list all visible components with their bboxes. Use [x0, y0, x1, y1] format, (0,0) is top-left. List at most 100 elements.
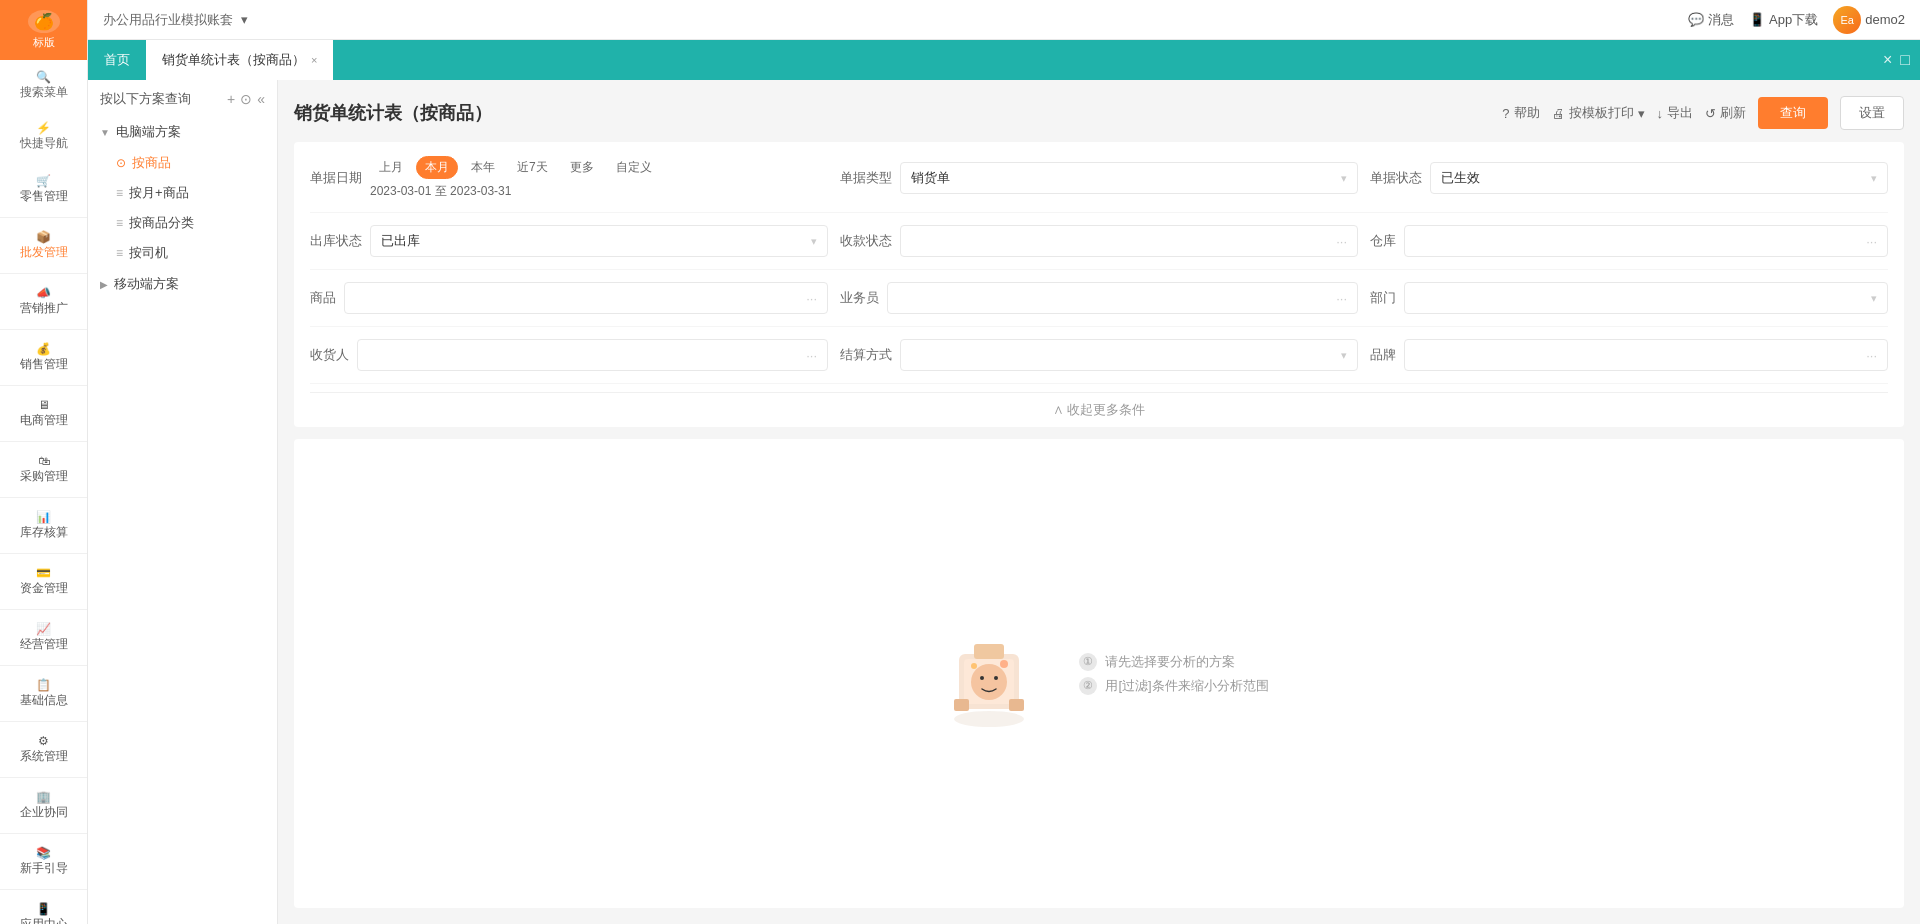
tip1-num: ①	[1079, 653, 1097, 671]
sidebar-item-system[interactable]: ⚙ 系统管理	[0, 722, 87, 778]
brand-select[interactable]: ···	[1404, 339, 1888, 371]
sidebar-item-appstore[interactable]: 📱 应用中心	[0, 890, 87, 924]
settlement-select[interactable]: ▾	[900, 339, 1358, 371]
sidebar-item-base[interactable]: 📋 基础信息	[0, 666, 87, 722]
tab-home[interactable]: 首页	[88, 40, 146, 80]
tree-parent-mobile[interactable]: ▶ 移动端方案	[88, 268, 277, 300]
page-actions: ? 帮助 🖨 按模板打印 ▾ ↓ 导出 ↺ 刷新	[1502, 96, 1904, 130]
svg-rect-7	[954, 699, 969, 711]
print-btn[interactable]: 🖨 按模板打印 ▾	[1552, 104, 1645, 122]
sidebar-item-guide[interactable]: 📚 新手引导	[0, 834, 87, 890]
svg-point-3	[971, 664, 1007, 700]
sidebar-item-retail[interactable]: 🛒 零售管理	[0, 162, 87, 218]
svg-rect-8	[1009, 699, 1024, 711]
date-btn-7days[interactable]: 近7天	[508, 156, 557, 179]
out-status-wrapper: 出库状态 已出库 ▾	[310, 225, 828, 257]
add-scheme-icon[interactable]: +	[227, 91, 235, 107]
sidebar-item-sales[interactable]: 💰 销售管理	[0, 330, 87, 386]
export-label: 导出	[1667, 104, 1693, 122]
payment-status-label: 收款状态	[840, 232, 892, 250]
tree-child-by-month-product[interactable]: ≡ 按月+商品	[88, 178, 277, 208]
product-dots-icon: ···	[806, 291, 817, 306]
user-label: demo2	[1865, 12, 1905, 27]
out-status-select[interactable]: 已出库 ▾	[370, 225, 828, 257]
empty-illustration	[929, 614, 1049, 734]
settings-scheme-icon[interactable]: ⊙	[240, 91, 252, 107]
doc-status-chevron-icon: ▾	[1871, 172, 1877, 185]
app-download-btn[interactable]: 📱 App下载	[1749, 11, 1818, 29]
tab-active[interactable]: 销货单统计表（按商品） ×	[146, 40, 333, 80]
collapse-more-btn[interactable]: ∧ 收起更多条件	[310, 392, 1888, 427]
sidebar-item-enterprise[interactable]: 🏢 企业协同	[0, 778, 87, 834]
warehouse-select[interactable]: ···	[1404, 225, 1888, 257]
settings-button[interactable]: 设置	[1840, 96, 1904, 130]
by-month-product-label: 按月+商品	[129, 184, 189, 202]
doc-status-wrapper: 单据状态 已生效 ▾	[1370, 162, 1888, 194]
user-menu-btn[interactable]: Ea demo2	[1833, 6, 1905, 34]
content-area: 按以下方案查询 + ⊙ « ▼ 电脑端方案 ⊙ 按商品 ≡	[88, 80, 1920, 924]
date-btn-more[interactable]: 更多	[561, 156, 603, 179]
receiver-label: 收货人	[310, 346, 349, 364]
print-label: 按模板打印	[1569, 104, 1634, 122]
sidebar-item-wholesale[interactable]: 📦 批发管理	[0, 218, 87, 274]
app-selector[interactable]: 办公用品行业模拟账套 ▾	[103, 11, 248, 29]
tip2-text: 用[过滤]条件来缩小分析范围	[1105, 677, 1268, 695]
payment-status-select[interactable]: ···	[900, 225, 1358, 257]
help-btn[interactable]: ? 帮助	[1502, 104, 1539, 122]
right-content: 销货单统计表（按商品） ? 帮助 🖨 按模板打印 ▾ ↓ 导出	[278, 80, 1920, 924]
collapse-panel-icon[interactable]: «	[257, 91, 265, 107]
dropdown-icon[interactable]: ▾	[241, 12, 248, 27]
settlement-chevron-icon: ▾	[1341, 349, 1347, 362]
base-label: 基础信息	[5, 692, 82, 709]
sidebar-item-quicknav[interactable]: ⚡ 快捷导航	[0, 111, 87, 162]
refresh-btn[interactable]: ↺ 刷新	[1705, 104, 1746, 122]
appstore-icon: 📱	[5, 902, 82, 916]
product-label: 商品	[310, 289, 336, 307]
collapse-icon: ∧	[1053, 402, 1064, 417]
tree-parent-desktop-label: 电脑端方案	[116, 123, 181, 141]
sidebar-quicknav-label: 快捷导航	[5, 135, 82, 152]
sidebar-item-purchase[interactable]: 🛍 采购管理	[0, 442, 87, 498]
date-btn-this-year[interactable]: 本年	[462, 156, 504, 179]
by-product-label: 按商品	[132, 154, 171, 172]
date-filter-label: 单据日期	[310, 169, 362, 187]
query-button[interactable]: 查询	[1758, 97, 1828, 129]
sidebar-item-marketing[interactable]: 📣 营销推广	[0, 274, 87, 330]
print-dropdown-icon[interactable]: ▾	[1638, 106, 1645, 121]
tree-child-by-category[interactable]: ≡ 按商品分类	[88, 208, 277, 238]
base-icon: 📋	[5, 678, 82, 692]
sidebar-item-finance[interactable]: 💳 资金管理	[0, 554, 87, 610]
purchase-icon: 🛍	[5, 454, 82, 468]
tab-close-icon[interactable]: ×	[311, 54, 317, 66]
tree-parent-desktop[interactable]: ▼ 电脑端方案	[88, 116, 277, 148]
window-maximize-icon[interactable]: □	[1900, 51, 1910, 69]
date-btn-last-month[interactable]: 上月	[370, 156, 412, 179]
receiver-select[interactable]: ···	[357, 339, 828, 371]
logo: 🍊 标版	[0, 0, 87, 60]
left-panel-title: 按以下方案查询	[100, 90, 191, 108]
date-btn-this-month[interactable]: 本月	[416, 156, 458, 179]
doc-status-value: 已生效	[1441, 169, 1480, 187]
tree-child-by-product[interactable]: ⊙ 按商品	[88, 148, 277, 178]
sidebar-item-operations[interactable]: 📈 经营管理	[0, 610, 87, 666]
message-btn[interactable]: 💬 消息	[1688, 11, 1734, 29]
export-btn[interactable]: ↓ 导出	[1657, 104, 1694, 122]
salesperson-label: 业务员	[840, 289, 879, 307]
date-btn-custom[interactable]: 自定义	[607, 156, 661, 179]
sidebar-item-search[interactable]: 🔍 搜索菜单	[0, 60, 87, 111]
doc-status-select[interactable]: 已生效 ▾	[1430, 162, 1888, 194]
doc-status-label: 单据状态	[1370, 169, 1422, 187]
department-select[interactable]: ▾	[1404, 282, 1888, 314]
help-icon: ?	[1502, 106, 1509, 121]
product-select[interactable]: ···	[344, 282, 828, 314]
brand-label: 品牌	[1370, 346, 1396, 364]
tree-child-by-warehouse[interactable]: ≡ 按司机	[88, 238, 277, 268]
salesperson-select[interactable]: ···	[887, 282, 1358, 314]
appstore-label: 应用中心	[5, 916, 82, 924]
window-close-icon[interactable]: ×	[1883, 51, 1892, 69]
doc-type-select[interactable]: 销货单 ▾	[900, 162, 1358, 194]
inventory-icon: 📊	[5, 510, 82, 524]
sidebar-item-ecommerce[interactable]: 🖥 电商管理	[0, 386, 87, 442]
sidebar-item-inventory[interactable]: 📊 库存核算	[0, 498, 87, 554]
app-download-icon: 📱	[1749, 12, 1765, 27]
